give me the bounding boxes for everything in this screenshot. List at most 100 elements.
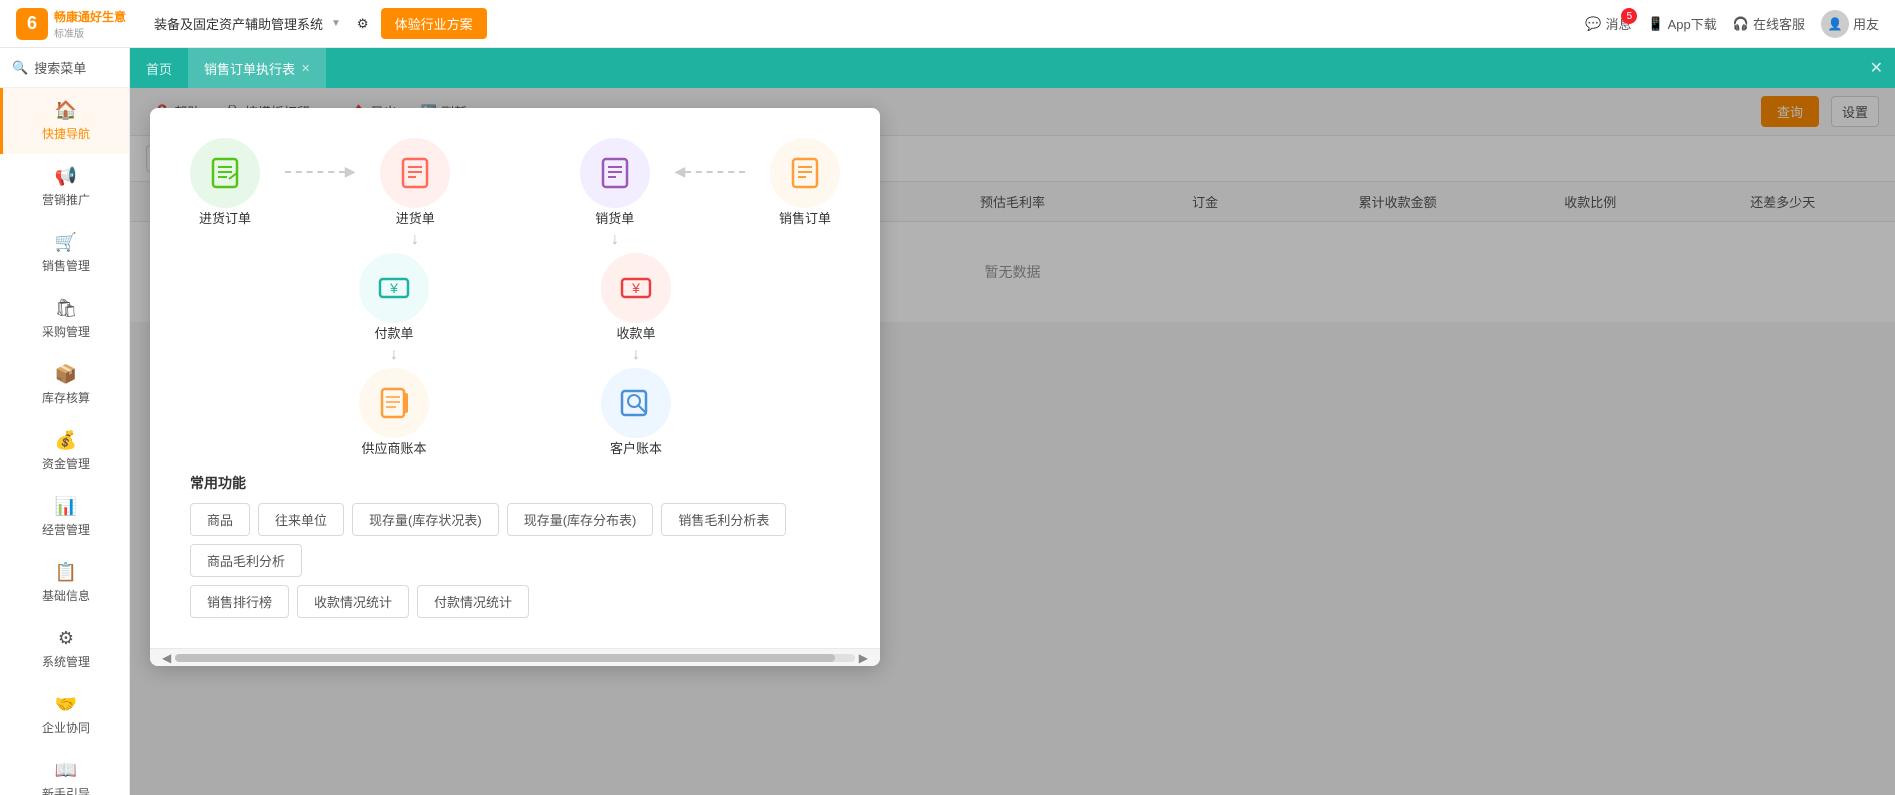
system-name-area: 装备及固定资产辅助管理系统 ▼ ⚙ xyxy=(154,14,369,33)
sidebar-label-system: 系统管理 xyxy=(42,653,90,670)
sidebar-item-sales[interactable]: 🛒 销售管理 xyxy=(0,220,129,286)
logo-icon: 6 xyxy=(16,8,48,40)
tab-close-icon[interactable]: ✕ xyxy=(301,62,310,75)
func-btn-receipt-stats[interactable]: 收款情况统计 xyxy=(297,585,409,618)
brand-line1: 畅康通好生意 xyxy=(54,8,126,25)
sidebar-item-guide[interactable]: 📖 新手引导 xyxy=(0,748,129,795)
function-buttons-row2: 销售排行榜 收款情况统计 付款情况统计 xyxy=(190,585,840,618)
system-dropdown-icon[interactable]: ▼ xyxy=(331,18,341,29)
sidebar: 🔍 搜索菜单 🏠 快捷导航 📢 营销推广 🛒 销售管理 🛍 采购管理 📦 xyxy=(0,48,130,795)
tab-sales-order-label: 销售订单执行表 xyxy=(204,59,295,78)
scrollbar-right-arrow[interactable]: ▶ xyxy=(855,651,872,665)
receipt-label: 收款单 xyxy=(616,323,655,342)
purchase-bill-col: 进货单 xyxy=(380,138,450,227)
func-btn-counterparty[interactable]: 往来单位 xyxy=(258,503,344,536)
user-label: 用友 xyxy=(1853,14,1879,33)
down-arrow-payment: ↓ xyxy=(359,346,429,364)
guide-icon: 📖 xyxy=(55,760,77,781)
sidebar-search[interactable]: 🔍 搜索菜单 xyxy=(0,48,129,88)
logo-text: 畅康通好生意 标准版 xyxy=(54,8,126,40)
func-btn-sales-rank[interactable]: 销售排行榜 xyxy=(190,585,289,618)
message-badge: 5 xyxy=(1621,8,1637,24)
customer-ledger-node[interactable] xyxy=(601,368,671,438)
app-download-button[interactable]: 📱 App下载 xyxy=(1647,14,1716,33)
func-btn-product-margin[interactable]: 商品毛利分析 xyxy=(190,544,302,577)
down-arrow-sales: ↓ xyxy=(580,231,650,249)
function-buttons: 商品 往来单位 现存量(库存状况表) 现存量(库存分布表) 销售毛利分析表 商品… xyxy=(190,503,840,577)
payment-label: 付款单 xyxy=(374,323,413,342)
sales-order-node[interactable] xyxy=(770,138,840,208)
content-area: 首页 销售订单执行表 ✕ ✕ ❓ 帮助 🖨 按 xyxy=(130,48,1895,795)
support-button[interactable]: 🎧 在线客服 xyxy=(1733,14,1805,33)
payment-col: ¥ 付款单 xyxy=(359,253,429,342)
func-btn-payment-stats[interactable]: 付款情况统计 xyxy=(417,585,529,618)
sidebar-label-ops: 经营管理 xyxy=(42,521,90,538)
modal-content: 进货订单 ▶ xyxy=(150,108,880,648)
basic-icon: 📋 xyxy=(55,562,77,583)
payment-node[interactable]: ¥ xyxy=(359,253,429,323)
tab-home[interactable]: 首页 xyxy=(130,48,188,88)
trial-button[interactable]: 体验行业方案 xyxy=(381,8,487,39)
arrow1: ▶ xyxy=(285,138,356,180)
message-icon: 💬 xyxy=(1585,16,1601,32)
inventory-icon: 📦 xyxy=(55,364,77,385)
sidebar-label-marketing: 营销推广 xyxy=(42,191,90,208)
sidebar-label-inventory: 库存核算 xyxy=(42,389,90,406)
sidebar-item-quick[interactable]: 🏠 快捷导航 xyxy=(0,88,129,154)
func-btn-stock-dist[interactable]: 现存量(库存分布表) xyxy=(507,503,654,536)
tab-home-label: 首页 xyxy=(146,59,172,78)
message-button[interactable]: 💬 消息 5 xyxy=(1585,14,1631,33)
settings-icon[interactable]: ⚙ xyxy=(357,16,369,32)
home-icon: 🏠 xyxy=(55,100,77,121)
supplier-ledger-node[interactable] xyxy=(359,368,429,438)
svg-text:¥: ¥ xyxy=(389,280,398,296)
scrollbar-left-arrow[interactable]: ◀ xyxy=(158,651,175,665)
sidebar-item-purchase[interactable]: 🛍 采购管理 xyxy=(0,286,129,352)
receipt-col: ¥ 收款单 xyxy=(601,253,671,342)
search-label: 搜索菜单 xyxy=(34,58,86,77)
func-btn-product[interactable]: 商品 xyxy=(190,503,250,536)
sidebar-label-sales: 销售管理 xyxy=(42,257,90,274)
purchase-bill-label: 进货单 xyxy=(396,208,435,227)
top-bar: 6 畅康通好生意 标准版 装备及固定资产辅助管理系统 ▼ ⚙ 体验行业方案 💬 … xyxy=(0,0,1895,48)
tab-sales-order[interactable]: 销售订单执行表 ✕ xyxy=(188,48,326,88)
sidebar-label-guide: 新手引导 xyxy=(42,785,90,795)
tab-close-all-button[interactable]: ✕ xyxy=(1870,58,1883,78)
purchase-order-label: 进货订单 xyxy=(199,208,251,227)
sidebar-label-basic: 基础信息 xyxy=(42,587,90,604)
purchase-order-col: 进货订单 xyxy=(190,138,260,227)
func-btn-sales-margin[interactable]: 销售毛利分析表 xyxy=(661,503,786,536)
sidebar-item-ops[interactable]: 📊 经营管理 xyxy=(0,484,129,550)
sidebar-label-quick: 快捷导航 xyxy=(42,125,90,142)
sidebar-item-marketing[interactable]: 📢 营销推广 xyxy=(0,154,129,220)
main-area: 🔍 搜索菜单 🏠 快捷导航 📢 营销推广 🛒 销售管理 🛍 采购管理 📦 xyxy=(0,48,1895,795)
sidebar-item-inventory[interactable]: 📦 库存核算 xyxy=(0,352,129,418)
scrollbar-thumb[interactable] xyxy=(175,654,835,662)
sales-bill-col: 销货单 xyxy=(580,138,650,227)
search-icon: 🔍 xyxy=(12,60,28,76)
flow-row1: 进货订单 ▶ xyxy=(190,138,840,227)
customer-ledger-col: 客户账本 xyxy=(601,368,671,457)
modal-overlay[interactable]: 进货订单 ▶ xyxy=(130,88,1895,795)
purchase-bill-node[interactable] xyxy=(380,138,450,208)
receipt-node[interactable]: ¥ xyxy=(601,253,671,323)
sidebar-item-basic[interactable]: 📋 基础信息 xyxy=(0,550,129,616)
user-menu[interactable]: 👤 用友 xyxy=(1821,10,1879,38)
scrollbar-track xyxy=(175,654,855,662)
sidebar-label-finance: 资金管理 xyxy=(42,455,90,472)
logo-area: 6 畅康通好生意 标准版 xyxy=(16,8,146,40)
flow-row3: 供应商账本 客户账本 xyxy=(190,368,840,457)
sales-order-col: 销售订单 xyxy=(770,138,840,227)
down-arrow-receipt: ↓ xyxy=(601,346,671,364)
sales-bill-node[interactable] xyxy=(580,138,650,208)
sidebar-item-enterprise[interactable]: 🤝 企业协同 xyxy=(0,682,129,748)
phone-icon: 📱 xyxy=(1647,16,1663,32)
sidebar-item-finance[interactable]: 💰 资金管理 xyxy=(0,418,129,484)
func-btn-stock-status[interactable]: 现存量(库存状况表) xyxy=(352,503,499,536)
sales-bill-label: 销货单 xyxy=(595,208,634,227)
sidebar-item-system[interactable]: ⚙ 系统管理 xyxy=(0,616,129,682)
tab-bar: 首页 销售订单执行表 ✕ ✕ xyxy=(130,48,1895,88)
purchase-order-node[interactable] xyxy=(190,138,260,208)
sidebar-label-purchase: 采购管理 xyxy=(42,323,90,340)
logo-char: 6 xyxy=(27,13,37,34)
